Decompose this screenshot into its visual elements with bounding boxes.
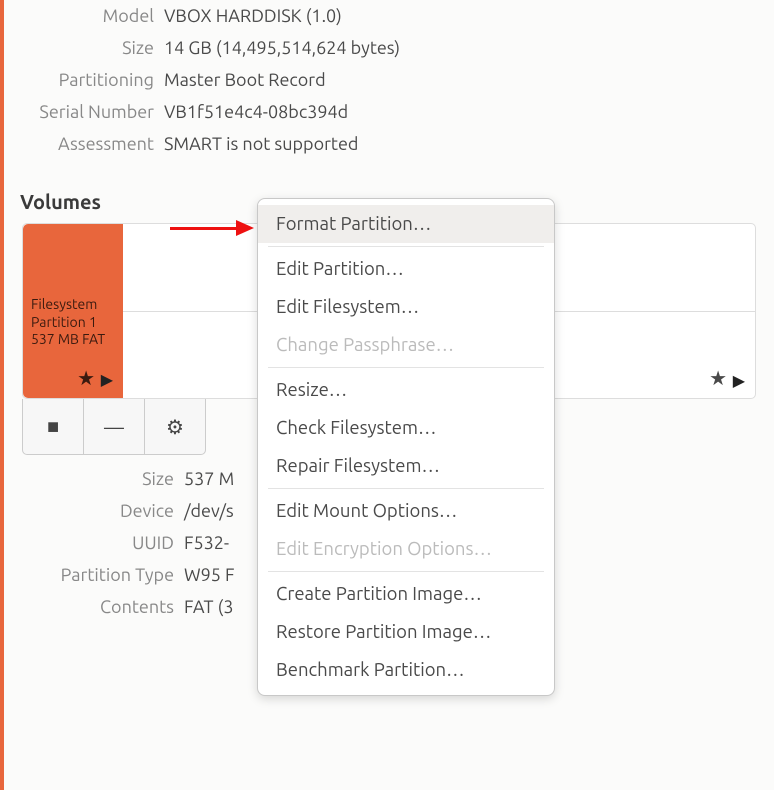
partition-line1: Filesystem — [31, 296, 123, 314]
assessment-value: SMART is not supported — [164, 134, 358, 154]
stop-button[interactable]: ■ — [23, 399, 84, 454]
model-label: Model — [4, 6, 164, 26]
assessment-label: Assessment — [4, 134, 164, 154]
play-icon: ▶ — [101, 370, 113, 390]
menu-change-passphrase: Change Passphrase… — [258, 326, 554, 364]
menu-benchmark[interactable]: Benchmark Partition… — [258, 651, 554, 689]
volume-toolbar: ■ — ⚙ — [22, 399, 206, 455]
menu-edit-mount[interactable]: Edit Mount Options… — [258, 492, 554, 530]
partition-line3: 537 MB FAT — [31, 331, 123, 349]
red-arrow — [170, 222, 254, 234]
menu-separator — [268, 571, 544, 572]
menu-edit-partition[interactable]: Edit Partition… — [258, 250, 554, 288]
d-ptype-value: W95 F — [184, 565, 235, 585]
minus-button[interactable]: — — [84, 399, 145, 454]
partition-line2: Partition 1 — [31, 314, 123, 332]
serial-value: VB1f51e4c4-08bc394d — [164, 102, 348, 122]
model-value: VBOX HARDDISK (1.0) — [164, 6, 342, 26]
play-icon: ▶ — [733, 371, 745, 390]
d-size-label: Size — [4, 469, 184, 489]
d-uuid-label: UUID — [4, 533, 184, 553]
serial-label: Serial Number — [4, 102, 164, 122]
size-value: 14 GB (14,495,514,624 bytes) — [164, 38, 400, 58]
size-label: Size — [4, 38, 164, 58]
menu-check-filesystem[interactable]: Check Filesystem… — [258, 409, 554, 447]
d-ptype-label: Partition Type — [4, 565, 184, 585]
partition-1[interactable]: Filesystem Partition 1 537 MB FAT ★ ▶ — [23, 224, 123, 398]
context-menu: Format Partition… Edit Partition… Edit F… — [257, 198, 555, 696]
menu-edit-encryption: Edit Encryption Options… — [258, 530, 554, 568]
menu-restore-image[interactable]: Restore Partition Image… — [258, 613, 554, 651]
d-uuid-value: F532- — [184, 533, 229, 553]
star-icon: ★ — [77, 365, 95, 390]
menu-separator — [268, 246, 544, 247]
menu-format-partition[interactable]: Format Partition… — [258, 205, 554, 243]
star-icon: ★ — [709, 366, 727, 390]
menu-repair-filesystem[interactable]: Repair Filesystem… — [258, 447, 554, 485]
d-device-value: /dev/s — [184, 501, 234, 521]
d-size-value: 537 M — [184, 469, 234, 489]
d-contents-label: Contents — [4, 597, 184, 617]
menu-edit-filesystem[interactable]: Edit Filesystem… — [258, 288, 554, 326]
partitioning-label: Partitioning — [4, 70, 164, 90]
gear-button[interactable]: ⚙ — [145, 399, 205, 454]
menu-separator — [268, 367, 544, 368]
partitioning-value: Master Boot Record — [164, 70, 326, 90]
menu-resize[interactable]: Resize… — [258, 371, 554, 409]
menu-create-image[interactable]: Create Partition Image… — [258, 575, 554, 613]
d-device-label: Device — [4, 501, 184, 521]
menu-separator — [268, 488, 544, 489]
